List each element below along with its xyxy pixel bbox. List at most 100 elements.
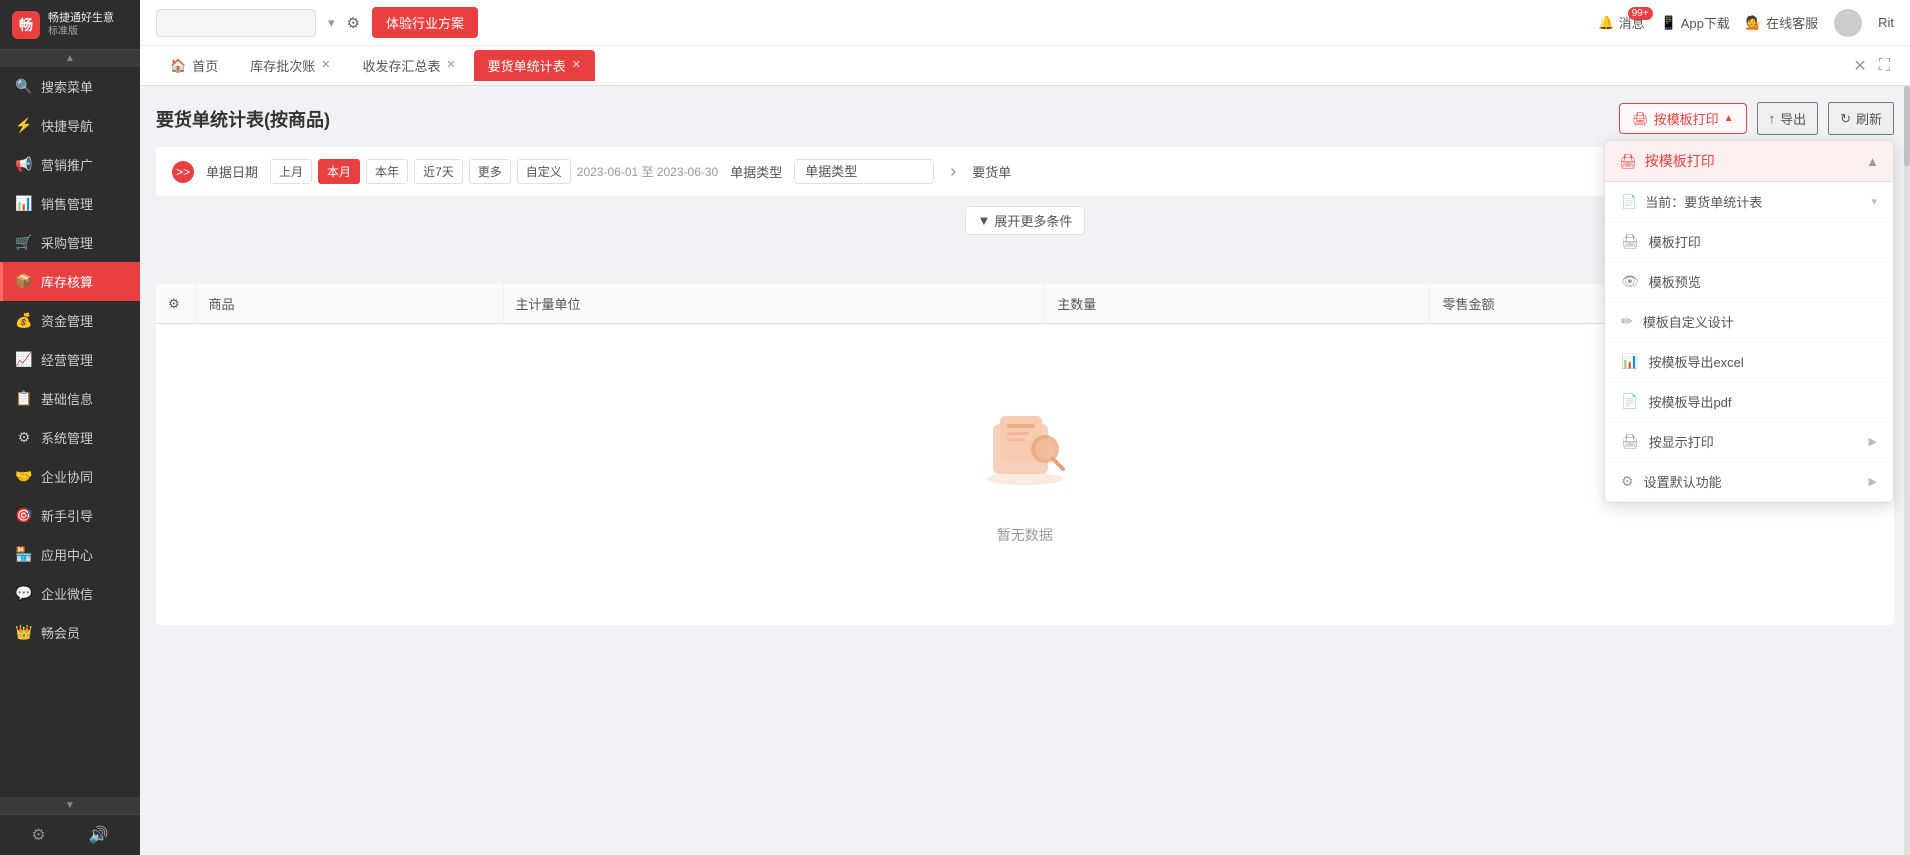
sidebar-item-appstore[interactable]: 🏪 应用中心 (0, 535, 140, 574)
dropdown-item-template-pdf[interactable]: 📄 按模板导出pdf (1605, 382, 1893, 422)
tabs-bar: 🏠 首页 库存批次账 ✕ 收发存汇总表 ✕ 要货单统计表 ✕ ✕ ⛶ (140, 46, 1910, 86)
date-btn-7days[interactable]: 近7天 (414, 159, 463, 184)
sidebar-scroll-up[interactable]: ▲ (0, 50, 140, 67)
topbar-right: 🔔 消息 99+ 📱 App下载 💁 在线客服 Rit (1598, 9, 1894, 37)
printer-icon: 🖨 (1632, 111, 1649, 127)
basic-icon: 📋 (15, 390, 33, 408)
tab-home[interactable]: 🏠 首页 (156, 50, 232, 81)
notification-button[interactable]: 🔔 消息 99+ (1598, 13, 1644, 32)
finance-icon: 💰 (15, 312, 33, 330)
date-btn-more[interactable]: 更多 (469, 159, 511, 184)
sidebar-footer: ⚙ 🔊 (0, 814, 140, 855)
col-unit: 主计量单位 (503, 284, 1045, 324)
dropdown-item-template-design[interactable]: ✏ 模板自定义设计 (1605, 302, 1893, 342)
refresh-button[interactable]: ↻ 刷新 (1828, 102, 1894, 135)
guide-icon: 🎯 (15, 507, 33, 525)
bell-icon: 🔔 (1598, 15, 1614, 31)
dropdown-item-template-excel[interactable]: 📊 按模板导出excel (1605, 342, 1893, 382)
sidebar-nav: 🔍 搜索菜单 ⚡ 快捷导航 📢 营销推广 📊 销售管理 🛒 采购管理 📦 库存核… (0, 67, 140, 797)
username-label[interactable]: Rit (1878, 15, 1894, 30)
template-print-icon: 🖨 (1621, 233, 1639, 250)
online-service-button[interactable]: 💁 在线客服 (1746, 13, 1818, 32)
type-filter-label: 单据类型 (730, 162, 782, 181)
sidebar-item-sales[interactable]: 📊 销售管理 (0, 184, 140, 223)
sidebar-item-member[interactable]: 👑 畅会员 (0, 613, 140, 652)
dropdown-sub-display-print[interactable]: 🖨 按显示打印 ▶ (1605, 422, 1893, 462)
dropdown-item-template-preview[interactable]: 👁 模板预览 (1605, 262, 1893, 302)
sidebar-item-system[interactable]: ⚙ 系统管理 (0, 418, 140, 457)
current-chevron: ▾ (1871, 195, 1877, 208)
template-design-icon: ✏ (1621, 313, 1633, 330)
empty-text: 暂无数据 (176, 525, 1874, 545)
set-default-arrow: ▶ (1869, 475, 1877, 488)
wecom-icon: 💬 (15, 585, 33, 603)
operation-icon: 📈 (15, 351, 33, 369)
export-button[interactable]: ↑ 导出 (1757, 102, 1819, 135)
sidebar-item-inventory[interactable]: 📦 库存核算 (0, 262, 140, 301)
notification-badge: 99+ (1628, 7, 1653, 20)
logo-icon: 畅 (12, 11, 40, 39)
date-range-display: 2023-06-01 至 2023-06-30 (577, 163, 718, 180)
template-preview-icon: 👁 (1621, 273, 1639, 290)
trial-industry-button[interactable]: 体验行业方案 (372, 7, 478, 38)
page-actions: 🖨 按模板打印 ▲ ↑ 导出 ↻ 刷新 (1619, 102, 1894, 135)
date-btn-this-year[interactable]: 本年 (366, 159, 408, 184)
sidebar-item-marketing[interactable]: 📢 营销推广 (0, 145, 140, 184)
export-icon: ↑ (1769, 111, 1776, 126)
date-btn-last-month[interactable]: 上月 (270, 159, 312, 184)
dropdown-printer-icon: 🖨 (1619, 153, 1637, 170)
topbar-search-display (156, 9, 316, 37)
footer-volume-icon[interactable]: 🔊 (89, 825, 109, 845)
footer-settings-icon[interactable]: ⚙ (31, 825, 45, 845)
sidebar-item-operation[interactable]: 📈 经营管理 (0, 340, 140, 379)
sidebar-item-quick-nav[interactable]: ⚡ 快捷导航 (0, 106, 140, 145)
date-range-group: 上月 本月 本年 近7天 更多 自定义 2023-06-01 至 2023-06… (270, 159, 718, 184)
page-content: 要货单统计表(按商品) 🖨 按模板打印 ▲ ↑ 导出 ↻ 刷新 (140, 86, 1910, 855)
right-scrollbar[interactable] (1904, 86, 1910, 855)
home-icon: 🏠 (170, 58, 186, 74)
sidebar-scroll-down[interactable]: ▼ (0, 797, 140, 814)
sidebar-item-wecom[interactable]: 💬 企业微信 (0, 574, 140, 613)
enterprise-icon: 🤝 (15, 468, 33, 486)
sidebar-item-purchase[interactable]: 🛒 采购管理 (0, 223, 140, 262)
tab-close-order-stats[interactable]: ✕ (572, 60, 581, 71)
tab-close-all-button[interactable]: ✕ (1849, 52, 1870, 80)
dropdown-header[interactable]: 🖨 按模板打印 ▲ (1605, 141, 1893, 182)
page-title: 要货单统计表(按商品) (156, 106, 330, 132)
tab-close-collection-summary[interactable]: ✕ (446, 60, 455, 71)
date-btn-this-month[interactable]: 本月 (318, 159, 360, 184)
dropdown-item-template-print[interactable]: 🖨 模板打印 (1605, 222, 1893, 262)
print-button[interactable]: 🖨 按模板打印 ▲ (1619, 103, 1746, 134)
sidebar-item-search[interactable]: 🔍 搜索菜单 (0, 67, 140, 106)
user-avatar[interactable] (1834, 9, 1862, 37)
topbar-gear-icon[interactable]: ⚙ (347, 14, 360, 32)
tab-expand-button[interactable]: ⛶ (1875, 53, 1894, 79)
topbar-dropdown-chevron[interactable]: ▾ (328, 15, 335, 31)
scrollbar-thumb[interactable] (1904, 86, 1910, 166)
dropdown-collapse-icon[interactable]: ▲ (1866, 154, 1879, 169)
sidebar-item-guide[interactable]: 🎯 新手引导 (0, 496, 140, 535)
table-settings-icon[interactable]: ⚙ (168, 296, 180, 311)
tab-close-inventory-batch[interactable]: ✕ (321, 60, 330, 71)
col-settings[interactable]: ⚙ (156, 284, 196, 324)
dropdown-sub-set-default[interactable]: ⚙ 设置默认功能 ▶ (1605, 462, 1893, 502)
app-download-button[interactable]: 📱 App下载 (1661, 13, 1730, 32)
sales-icon: 📊 (15, 195, 33, 213)
tab-order-stats[interactable]: 要货单统计表 ✕ (474, 50, 595, 81)
template-pdf-icon: 📄 (1621, 393, 1638, 410)
sidebar-item-finance[interactable]: 💰 资金管理 (0, 301, 140, 340)
refresh-icon: ↻ (1840, 111, 1851, 127)
expand-more-button[interactable]: ▼ 展开更多条件 (965, 206, 1086, 235)
date-filter-label: 单据日期 (206, 162, 258, 181)
sidebar-item-enterprise[interactable]: 🤝 企业协同 (0, 457, 140, 496)
tab-collection-summary[interactable]: 收发存汇总表 ✕ (348, 50, 469, 81)
tab-inventory-batch[interactable]: 库存批次账 ✕ (236, 50, 344, 81)
sidebar: 畅 畅捷通好生意 标准版 ▲ 🔍 搜索菜单 ⚡ 快捷导航 📢 营销推广 📊 销售… (0, 0, 140, 855)
system-icon: ⚙ (15, 429, 33, 447)
col-quantity: 主数量 (1045, 284, 1430, 324)
sidebar-item-basic[interactable]: 📋 基础信息 (0, 379, 140, 418)
type-filter-select[interactable]: 单据类型 (794, 159, 934, 184)
filter-expand-button[interactable]: >> (172, 161, 194, 183)
date-btn-custom[interactable]: 自定义 (517, 159, 571, 184)
inventory-icon: 📦 (15, 273, 33, 291)
